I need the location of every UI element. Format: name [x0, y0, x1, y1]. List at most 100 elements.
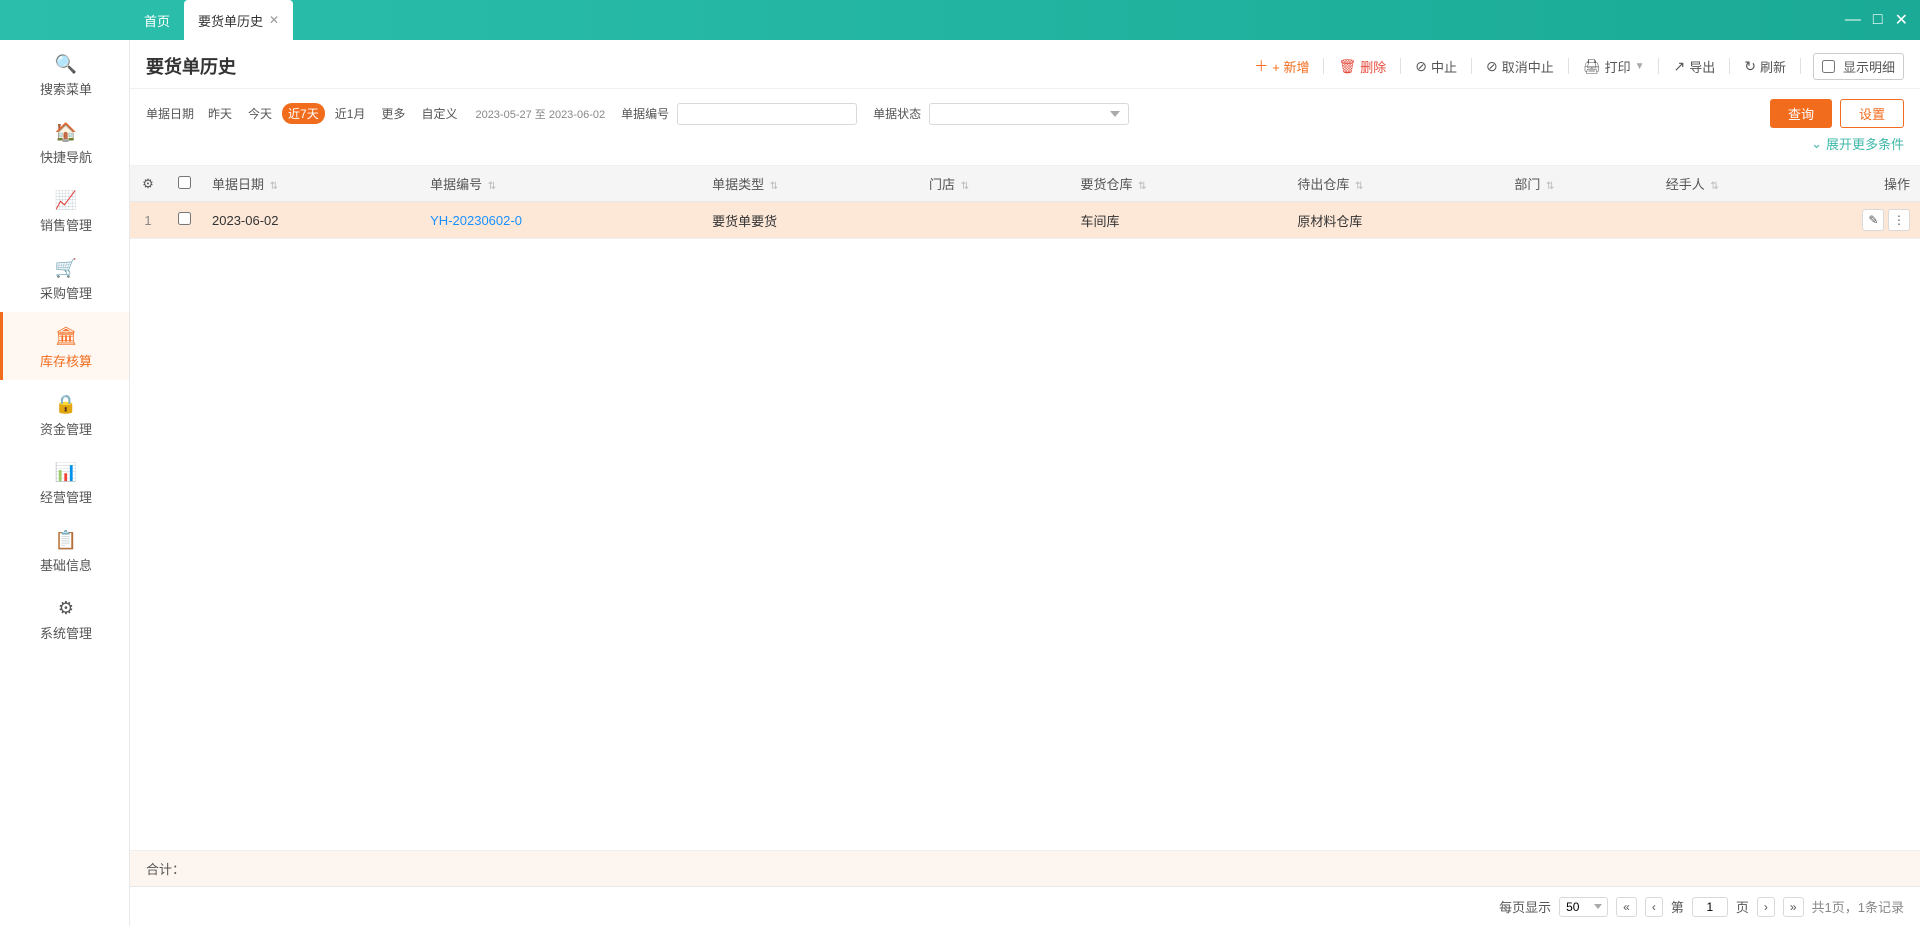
sidebar-item-label: 系统管理: [40, 623, 92, 642]
close-window-icon[interactable]: ✕: [1895, 10, 1908, 30]
operations-icon: 📊: [55, 462, 77, 483]
page-input[interactable]: [1692, 897, 1728, 917]
row-pendwarehouse: 原材料仓库: [1287, 202, 1504, 239]
main-content: 要货单历史 ＋ + 新增 🗑 删除 ⊘ 中止 ⊘: [130, 40, 1920, 926]
col-billno-header[interactable]: 单据编号 ⇅: [420, 166, 702, 202]
col-checkbox-header[interactable]: [166, 166, 202, 202]
sidebar: 🔍 搜索菜单 🏠 快捷导航 📈 销售管理 🛒 采购管理 🏛 库存核算 🔒 资金管…: [0, 40, 130, 926]
separator: [1658, 58, 1659, 74]
sort-icon: ⇅: [270, 181, 278, 192]
cancel-stop-button[interactable]: ⊘ 取消中止: [1484, 53, 1556, 80]
date-tab-yesterday[interactable]: 昨天: [202, 103, 238, 124]
sidebar-item-basic[interactable]: 📋 基础信息: [0, 516, 129, 584]
delete-button[interactable]: 🗑 删除: [1336, 53, 1388, 80]
col-handler-header[interactable]: 经手人 ⇅: [1656, 166, 1840, 202]
table-footer: 合计：: [130, 850, 1920, 886]
row-date: 2023-06-02: [202, 202, 420, 239]
purchase-icon: 🛒: [55, 258, 77, 279]
col-pendwarehouse-header[interactable]: 待出仓库 ⇅: [1287, 166, 1504, 202]
row-ops: ✎ ⋮: [1840, 202, 1920, 239]
row-checkbox[interactable]: [178, 212, 191, 225]
sidebar-item-search[interactable]: 🔍 搜索菜单: [0, 40, 129, 108]
per-page-select[interactable]: 50 10 20 100: [1559, 897, 1608, 917]
sidebar-item-finance[interactable]: 🔒 资金管理: [0, 380, 129, 448]
sidebar-item-label: 搜索菜单: [40, 79, 92, 98]
col-reqwarehouse-header[interactable]: 要货仓库 ⇅: [1070, 166, 1287, 202]
basic-icon: 📋: [55, 530, 77, 551]
stop-button[interactable]: ⊘ 中止: [1413, 53, 1459, 80]
col-settings[interactable]: ⚙: [130, 166, 166, 202]
col-date-header[interactable]: 单据日期 ⇅: [202, 166, 420, 202]
sidebar-item-label: 基础信息: [40, 555, 92, 574]
print-icon: 🖨: [1583, 58, 1601, 75]
expand-conditions-button[interactable]: ⌄ 展开更多条件: [1811, 134, 1904, 153]
billno-filter-group: 单据编号: [621, 103, 857, 125]
row-edit-button[interactable]: ✎: [1862, 209, 1884, 231]
print-button[interactable]: 🖨 打印 ▼: [1581, 53, 1647, 80]
query-button[interactable]: 查询: [1770, 99, 1832, 128]
export-button[interactable]: ↗ 导出: [1671, 53, 1717, 80]
sidebar-item-quicknav[interactable]: 🏠 快捷导航: [0, 108, 129, 176]
sidebar-item-label: 快捷导航: [40, 147, 92, 166]
prev-page-button[interactable]: ‹: [1645, 897, 1663, 917]
separator: [1471, 58, 1472, 74]
show-detail-button[interactable]: 显示明细: [1813, 53, 1904, 80]
date-tab-more[interactable]: 更多: [375, 103, 411, 124]
pagination-bar: 每页显示 50 10 20 100 « ‹ 第 页 › » 共1页，1条记录: [130, 886, 1920, 926]
last-page-button[interactable]: »: [1783, 897, 1804, 917]
col-dept-header[interactable]: 部门 ⇅: [1504, 166, 1655, 202]
row-num: 1: [130, 202, 166, 239]
window-controls: — □ ✕: [1845, 0, 1908, 40]
select-all-checkbox[interactable]: [178, 176, 191, 189]
inventory-icon: 🏛: [55, 326, 78, 347]
sidebar-item-system[interactable]: ⚙ 系统管理: [0, 584, 129, 652]
sidebar-item-inventory[interactable]: 🏛 库存核算: [0, 312, 129, 380]
cancel-stop-icon: ⊘: [1486, 58, 1498, 75]
separator: [1400, 58, 1401, 74]
new-button[interactable]: ＋ + 新增: [1252, 52, 1311, 80]
row-more-button[interactable]: ⋮: [1888, 209, 1910, 231]
date-tab-1month[interactable]: 近1月: [329, 103, 372, 124]
sort-icon: ⇅: [1138, 181, 1146, 192]
row-handler: [1656, 202, 1840, 239]
sidebar-item-sales[interactable]: 📈 销售管理: [0, 176, 129, 244]
sort-icon: ⇅: [488, 181, 496, 192]
billno-input[interactable]: [677, 103, 857, 125]
status-label: 单据状态: [873, 105, 921, 122]
date-tab-today[interactable]: 今天: [242, 103, 278, 124]
row-checkbox-cell[interactable]: [166, 202, 202, 239]
date-tab-7days[interactable]: 近7天: [282, 103, 325, 124]
tab-home[interactable]: 首页: [130, 0, 184, 40]
sort-icon: ⇅: [770, 181, 778, 192]
status-filter-group: 单据状态: [873, 103, 1129, 125]
next-page-button[interactable]: ›: [1757, 897, 1775, 917]
print-dropdown-icon[interactable]: ▼: [1635, 61, 1645, 72]
table-row: 1 2023-06-02 YH-20230602-0 要货单要货 车间库 原材料…: [130, 202, 1920, 239]
set-button[interactable]: 设置: [1840, 99, 1904, 128]
show-detail-checkbox[interactable]: [1822, 60, 1835, 73]
filter-area: 单据日期 昨天 今天 近7天 近1月 更多 自定义 2023-05-27 至 2…: [130, 89, 1920, 166]
col-store-header[interactable]: 门店 ⇅: [919, 166, 1070, 202]
refresh-button[interactable]: ↻ 刷新: [1742, 53, 1788, 80]
sidebar-item-label: 销售管理: [40, 215, 92, 234]
date-filter-group: 单据日期 昨天 今天 近7天 近1月 更多 自定义 2023-05-27 至 2…: [146, 103, 605, 124]
date-tab-custom[interactable]: 自定义: [415, 103, 463, 124]
billno-link[interactable]: YH-20230602-0: [430, 213, 522, 228]
per-page-label: 每页显示: [1499, 897, 1551, 916]
filter-row-expand: ⌄ 展开更多条件: [146, 134, 1904, 153]
status-select[interactable]: [929, 103, 1129, 125]
expand-icon: ⌄: [1811, 136, 1822, 152]
refresh-icon: ↻: [1744, 58, 1756, 75]
delete-icon: 🗑: [1338, 58, 1356, 75]
col-ops-header: 操作: [1840, 166, 1920, 202]
system-icon: ⚙: [58, 598, 74, 619]
col-type-header[interactable]: 单据类型 ⇅: [702, 166, 919, 202]
sort-icon: ⇅: [961, 181, 969, 192]
maximize-icon[interactable]: □: [1873, 11, 1883, 29]
tab-requisition-history[interactable]: 要货单历史 ✕: [184, 0, 293, 40]
sidebar-item-purchase[interactable]: 🛒 采购管理: [0, 244, 129, 312]
sidebar-item-operations[interactable]: 📊 经营管理: [0, 448, 129, 516]
first-page-button[interactable]: «: [1616, 897, 1637, 917]
tab-close-icon[interactable]: ✕: [269, 13, 279, 27]
minimize-icon[interactable]: —: [1845, 11, 1861, 29]
